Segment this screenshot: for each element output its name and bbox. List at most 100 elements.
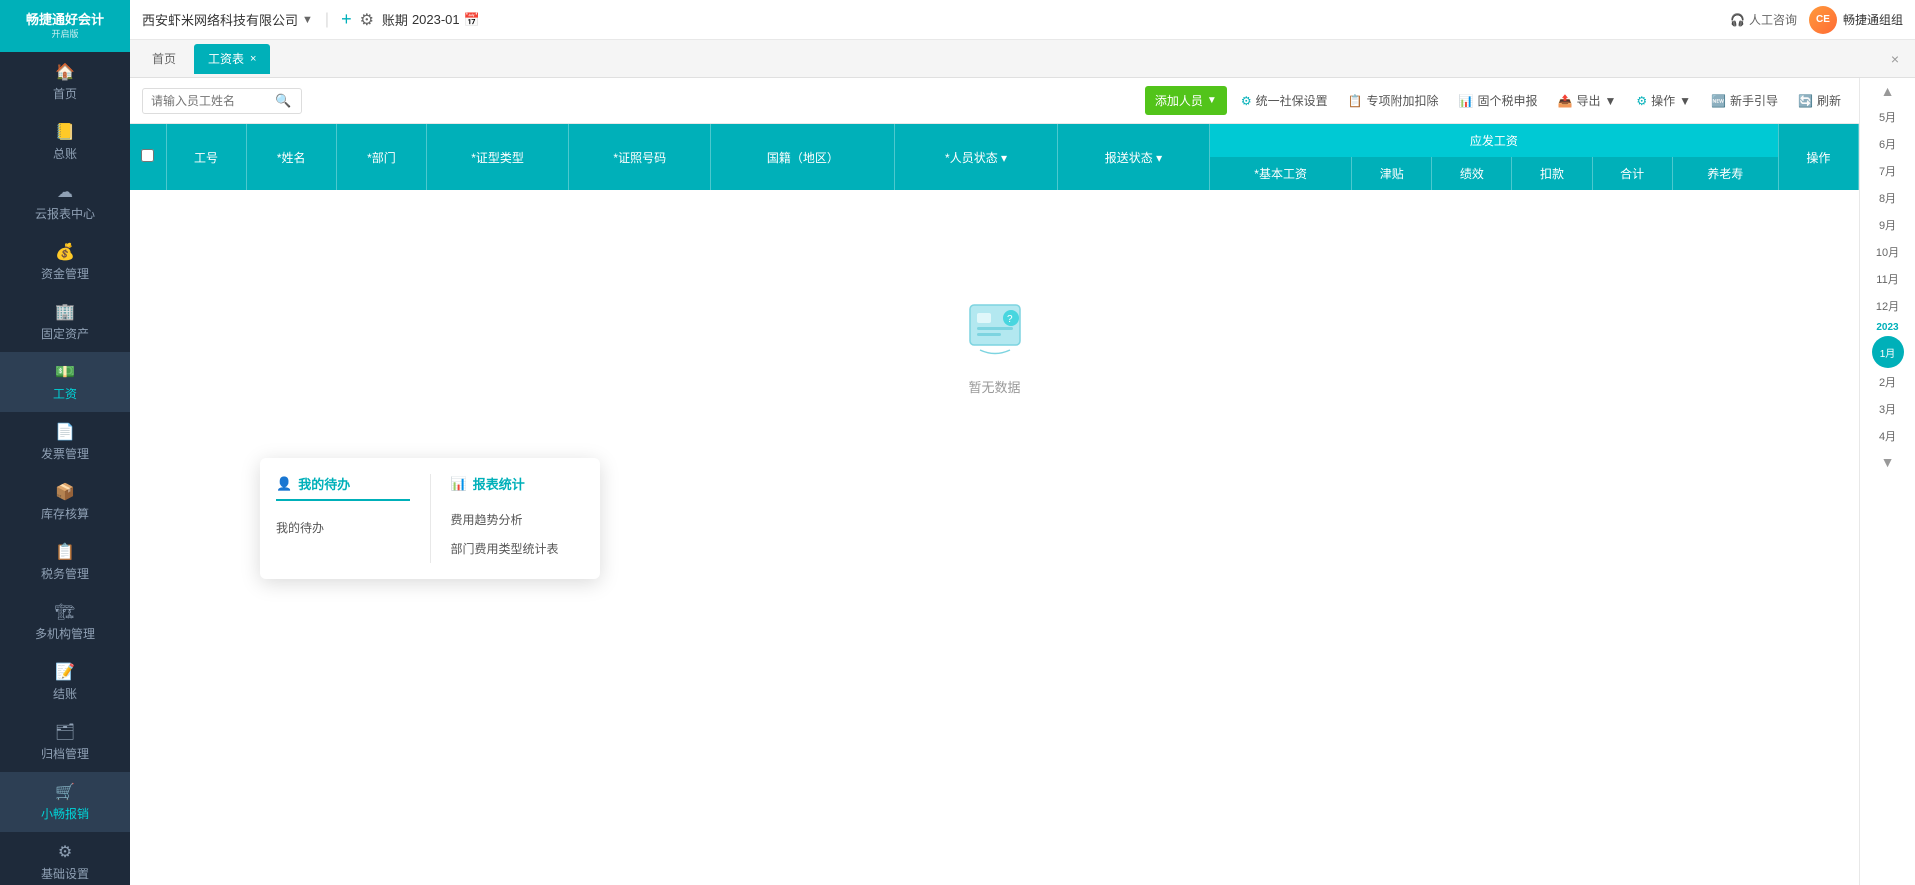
select-all-checkbox[interactable] — [141, 149, 154, 162]
main-area: 西安虾米网络科技有限公司 ▼ | + ⚙ 账期 2023-01 📅 🎧 人工咨询… — [130, 0, 1915, 885]
export-label: 导出 — [1576, 92, 1600, 109]
sidebar-icon-5: 💵 — [55, 362, 75, 382]
add-company-icon[interactable]: + — [341, 9, 352, 30]
period-label: 账期 — [382, 10, 408, 29]
sidebar-icon-2: ☁ — [57, 182, 73, 202]
month-sidebar: ▲ 5月 6月 7月 8月 9月 10月 11月 12月 2023 1月 2月 … — [1859, 78, 1915, 885]
special-deduction-btn[interactable]: 📋 专项附加扣除 — [1342, 88, 1445, 113]
month-item-6[interactable]: 6月 — [1872, 131, 1904, 157]
sidebar-item-13[interactable]: ⚙基础设置 — [0, 832, 130, 885]
popup-stats-title: 报表统计 — [473, 474, 525, 493]
tab-home[interactable]: 首页 — [138, 44, 190, 74]
company-chevron-icon: ▼ — [302, 14, 313, 26]
operation-btn[interactable]: ⚙ 操作 ▼ — [1630, 88, 1697, 113]
sidebar-item-4[interactable]: 🏢 固定资产 — [0, 292, 130, 352]
sidebar-item-9[interactable]: 🏗多机构管理 — [0, 592, 130, 652]
export-btn[interactable]: 📤 导出 ▼ — [1552, 88, 1623, 113]
month-item-4[interactable]: 4月 — [1872, 423, 1904, 449]
salary-table: 工号 *姓名 *部门 *证型类型 *证照号码 国籍（地区） *人员状态 ▾ 报送… — [130, 124, 1859, 190]
guide-btn[interactable]: 🆕 新手引导 — [1705, 88, 1784, 113]
topbar-divider1: | — [325, 11, 329, 29]
sidebar-item-10[interactable]: 📝结账 — [0, 652, 130, 712]
tab-salary-close-icon[interactable]: × — [250, 53, 256, 65]
sidebar-label-2: 云报表中心 — [35, 205, 95, 222]
operation-icon: ⚙ — [1636, 94, 1647, 108]
sidebar-item-3[interactable]: 💰资金管理 — [0, 232, 130, 292]
search-input[interactable] — [151, 94, 271, 108]
month-year-label: 2023 — [1876, 320, 1898, 335]
export-arrow-icon: ▼ — [1605, 94, 1617, 108]
table-header-cert-type: *证型类型 — [427, 124, 569, 190]
help-button[interactable]: 🎧 人工咨询 — [1730, 11, 1797, 28]
tab-salary[interactable]: 工资表 × — [194, 44, 270, 74]
sidebar-item-1[interactable]: 📒总账 — [0, 112, 130, 172]
company-selector[interactable]: 西安虾米网络科技有限公司 ▼ — [142, 10, 313, 29]
refresh-btn[interactable]: 🔄 刷新 — [1792, 88, 1847, 113]
svg-text:?: ? — [1007, 314, 1013, 325]
add-person-button[interactable]: 添加人员 ▼ — [1145, 86, 1227, 115]
table-header-actions: 操作 — [1778, 124, 1858, 190]
refresh-icon: 🔄 — [1798, 94, 1813, 108]
social-insurance-label: 统一社保设置 — [1256, 92, 1328, 109]
no-data-text: 暂无数据 — [968, 377, 1020, 396]
tax-declaration-btn[interactable]: 📊 固个税申报 — [1453, 88, 1544, 113]
table-header-id: 工号 — [166, 124, 246, 190]
popup-todo-header: 👤 我的待办 — [276, 474, 410, 501]
calendar-icon: 📅 — [464, 12, 480, 28]
sidebar-item-7[interactable]: 📦库存核算 — [0, 472, 130, 532]
sidebar-item-6[interactable]: 📄发票管理 — [0, 412, 130, 472]
sidebar-icon-4: 🏢 — [55, 302, 75, 322]
popup-section-todo: 👤 我的待办 我的待办 — [276, 474, 410, 563]
sidebar-item-0[interactable]: 🏠首页 — [0, 52, 130, 112]
logo-text: 畅捷通好会计 — [26, 12, 104, 28]
sidebar-item-2[interactable]: ☁ 云报表中心 — [0, 172, 130, 232]
period-value: 2023-01 — [412, 12, 460, 27]
month-item-7[interactable]: 7月 — [1872, 158, 1904, 184]
month-item-10[interactable]: 10月 — [1872, 239, 1904, 265]
month-item-5[interactable]: 5月 — [1872, 104, 1904, 130]
popup-item-expense-trend[interactable]: 费用趋势分析 — [451, 505, 585, 534]
user-name: 畅捷通组组 — [1843, 11, 1903, 28]
table-header-cert-no: *证照号码 — [569, 124, 711, 190]
month-item-2[interactable]: 2月 — [1872, 369, 1904, 395]
popup-item-dept-expense[interactable]: 部门费用类型统计表 — [451, 534, 585, 563]
month-item-12[interactable]: 12月 — [1872, 293, 1904, 319]
month-item-3[interactable]: 3月 — [1872, 396, 1904, 422]
sidebar-label-4: 固定资产 — [41, 325, 89, 342]
sidebar-item-12[interactable]: 🛒小畅报销 — [0, 772, 130, 832]
sidebar-item-8[interactable]: 📋税务管理 — [0, 532, 130, 592]
search-box[interactable]: 🔍 — [142, 88, 302, 114]
table-header-deduction: 扣款 — [1512, 157, 1592, 190]
refresh-label: 刷新 — [1817, 92, 1841, 109]
todo-icon: 👤 — [276, 476, 292, 492]
avatar-text: CE — [1816, 14, 1830, 25]
headset-icon: 🎧 — [1730, 13, 1745, 27]
tab-area-close-icon[interactable]: × — [1891, 51, 1899, 67]
help-text: 人工咨询 — [1749, 11, 1797, 28]
sidebar-icon-11: 🗂 — [55, 722, 75, 742]
sidebar-label-0: 首页 — [53, 85, 77, 102]
month-item-11[interactable]: 11月 — [1872, 266, 1904, 292]
sidebar-icon-13: ⚙ — [58, 842, 72, 862]
company-name: 西安虾米网络科技有限公司 — [142, 10, 298, 29]
social-insurance-icon: ⚙ — [1241, 94, 1252, 108]
period-selector[interactable]: 账期 2023-01 📅 — [382, 10, 480, 29]
month-item-9[interactable]: 9月 — [1872, 212, 1904, 238]
month-item-1-active[interactable]: 1月 — [1872, 336, 1904, 368]
month-sidebar-content: 5月 6月 7月 8月 9月 10月 11月 12月 2023 1月 2月 3月… — [1872, 102, 1904, 451]
user-menu[interactable]: CE 畅捷通组组 — [1809, 6, 1903, 34]
month-nav-down[interactable]: ▼ — [1878, 451, 1898, 473]
table-header-total: 合计 — [1592, 157, 1672, 190]
popup-item-todo[interactable]: 我的待办 — [276, 513, 410, 542]
topbar-right: 🎧 人工咨询 CE 畅捷通组组 — [1730, 6, 1903, 34]
month-item-8[interactable]: 8月 — [1872, 185, 1904, 211]
sidebar-item-11[interactable]: 🗂归档管理 — [0, 712, 130, 772]
month-nav-up[interactable]: ▲ — [1878, 80, 1898, 102]
table-header-performance: 绩效 — [1432, 157, 1512, 190]
guide-label: 新手引导 — [1730, 92, 1778, 109]
social-insurance-btn[interactable]: ⚙ 统一社保设置 — [1235, 88, 1334, 113]
settings-icon[interactable]: ⚙ — [360, 10, 374, 30]
sidebar-label-3: 资金管理 — [41, 265, 89, 282]
sidebar-item-5[interactable]: 💵工资 — [0, 352, 130, 412]
stats-icon: 📊 — [451, 476, 467, 492]
